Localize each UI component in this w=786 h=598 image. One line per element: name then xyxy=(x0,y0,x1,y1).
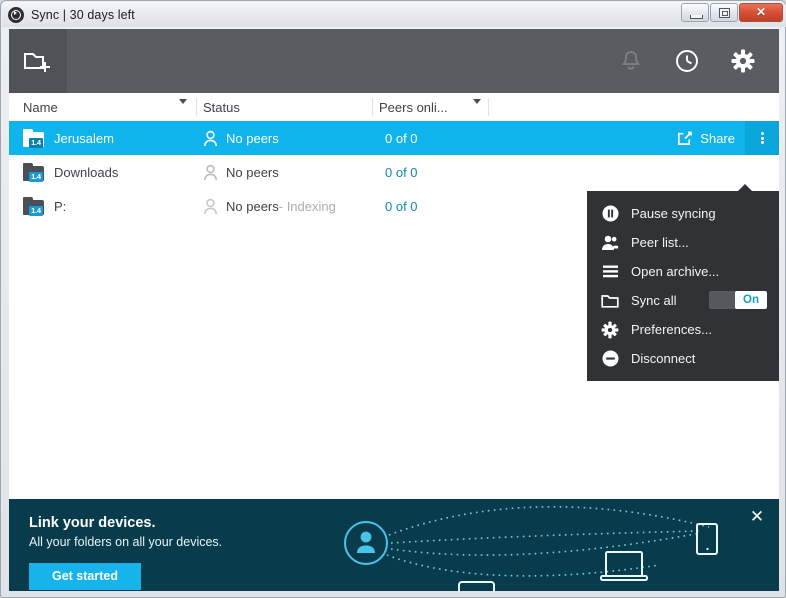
folder-name: Downloads xyxy=(54,164,119,180)
folder-icon xyxy=(601,292,619,310)
folder-name: P: xyxy=(54,198,67,214)
notifications-button[interactable] xyxy=(603,29,659,93)
status-text: No peers xyxy=(226,130,279,146)
toolbar-actions xyxy=(603,29,771,93)
menu-item-open-archive[interactable]: Open archive... xyxy=(587,257,779,286)
sync-all-toggle-state: On xyxy=(735,291,767,309)
column-label-peers: Peers onli... xyxy=(379,99,448,115)
title-bar: Sync | 30 days left ✕ xyxy=(2,2,786,27)
person-icon xyxy=(601,234,619,252)
menu-item-label: Sync all xyxy=(631,293,677,308)
menu-item-pause-syncing[interactable]: Pause syncing xyxy=(587,199,779,228)
toolbar xyxy=(9,29,779,93)
minus-circle-icon xyxy=(601,350,619,368)
folder-version-badge: 1.4 xyxy=(29,138,43,148)
folder-version-badge: 1.4 xyxy=(29,172,43,182)
gear-icon xyxy=(731,49,755,73)
row-status-cell: No peers - Indexing xyxy=(203,189,385,223)
column-label-name: Name xyxy=(23,99,58,115)
clock-icon xyxy=(676,50,698,72)
folder-icon: 1.4 xyxy=(23,129,45,148)
person-icon xyxy=(204,130,217,146)
sort-caret-peers[interactable] xyxy=(467,99,481,119)
folder-icon: 1.4 xyxy=(23,163,45,182)
menu-item-peer-list[interactable]: Peer list... xyxy=(587,228,779,257)
share-icon xyxy=(678,131,693,145)
gear-icon xyxy=(601,321,619,339)
person-circle-icon xyxy=(344,521,388,565)
row-peers-cell: 0 of 0 xyxy=(385,130,418,146)
list-lines-icon xyxy=(601,263,619,281)
row-name-cell: 1.4 Downloads xyxy=(23,155,203,189)
menu-item-sync-all[interactable]: Sync all On xyxy=(587,286,779,315)
maximize-button[interactable] xyxy=(710,3,738,22)
minimize-button[interactable] xyxy=(681,3,709,22)
column-divider xyxy=(488,98,489,116)
menu-item-label: Peer list... xyxy=(631,235,689,250)
add-folder-button[interactable] xyxy=(9,29,67,93)
folder-icon: 1.4 xyxy=(23,197,45,216)
devices-illustration xyxy=(344,506,718,591)
row-peers-cell: 0 of 0 xyxy=(385,198,418,214)
menu-item-label: Pause syncing xyxy=(631,206,716,221)
column-label-status: Status xyxy=(203,99,240,115)
status-text: No peers xyxy=(226,198,279,214)
status-text: No peers xyxy=(226,164,279,180)
close-icon: ✕ xyxy=(755,5,767,19)
row-actions: Share xyxy=(670,121,779,155)
column-header-name[interactable]: Name xyxy=(23,93,197,121)
person-icon xyxy=(204,164,217,180)
app-window: Sync | 30 days left ✕ Name Status Peers … xyxy=(0,0,786,598)
banner-subtitle: All your folders on all your devices. xyxy=(29,535,223,549)
folder-version-badge: 1.4 xyxy=(29,206,43,216)
window-controls: ✕ xyxy=(680,3,783,22)
minimize-icon xyxy=(690,15,703,19)
person-icon xyxy=(204,198,217,214)
row-name-cell: 1.4 Jerusalem xyxy=(23,121,203,155)
laptop-icon xyxy=(600,551,648,581)
add-folder-icon xyxy=(24,53,50,72)
banner-text: Link your devices. All your folders on a… xyxy=(29,515,222,549)
get-started-button[interactable]: Get started xyxy=(29,563,141,590)
banner-close-button[interactable]: ✕ xyxy=(747,507,767,527)
menu-item-preferences[interactable]: Preferences... xyxy=(587,315,779,344)
menu-pointer xyxy=(738,184,752,191)
table-row[interactable]: 1.4 Downloads No peers 0 of 0 xyxy=(9,155,779,189)
row-status-cell: No peers xyxy=(203,121,385,155)
banner-title: Link your devices. xyxy=(29,515,156,531)
column-header-peers[interactable]: Peers onli... xyxy=(373,93,489,121)
menu-item-label: Disconnect xyxy=(631,351,696,366)
status-substatus: - Indexing xyxy=(278,198,336,214)
close-button[interactable]: ✕ xyxy=(739,3,783,22)
sort-caret-name[interactable] xyxy=(173,99,187,119)
row-status-cell: No peers xyxy=(203,155,385,189)
client-area: Name Status Peers onli... 1.4 Jerusalem … xyxy=(9,29,779,591)
menu-item-label: Preferences... xyxy=(631,322,712,337)
share-label: Share xyxy=(700,130,735,146)
settings-button[interactable] xyxy=(715,29,771,93)
share-button[interactable]: Share xyxy=(670,121,745,155)
sync-circle-icon xyxy=(8,6,24,23)
menu-item-label: Open archive... xyxy=(631,264,720,279)
row-name-cell: 1.4 P: xyxy=(23,189,203,223)
row-menu-button[interactable] xyxy=(745,121,779,155)
history-button[interactable] xyxy=(659,29,715,93)
window-title: Sync | 30 days left xyxy=(31,7,135,22)
pause-circle-icon xyxy=(601,205,619,223)
row-peers-cell: 0 of 0 xyxy=(385,164,418,180)
bell-icon xyxy=(621,51,641,70)
menu-item-disconnect[interactable]: Disconnect xyxy=(587,344,779,373)
table-row[interactable]: 1.4 Jerusalem No peers 0 of 0 Share xyxy=(9,121,779,155)
folder-name: Jerusalem xyxy=(54,130,114,146)
column-header: Name Status Peers onli... xyxy=(9,93,779,122)
sync-all-toggle[interactable]: On xyxy=(709,291,767,309)
row-context-menu: Pause syncing Peer list... Open archive.… xyxy=(587,184,779,381)
column-header-status[interactable]: Status xyxy=(197,93,373,121)
tablet-home-dot xyxy=(706,547,709,551)
phone-icon xyxy=(458,581,495,591)
link-devices-banner: Link your devices. All your folders on a… xyxy=(9,499,779,591)
